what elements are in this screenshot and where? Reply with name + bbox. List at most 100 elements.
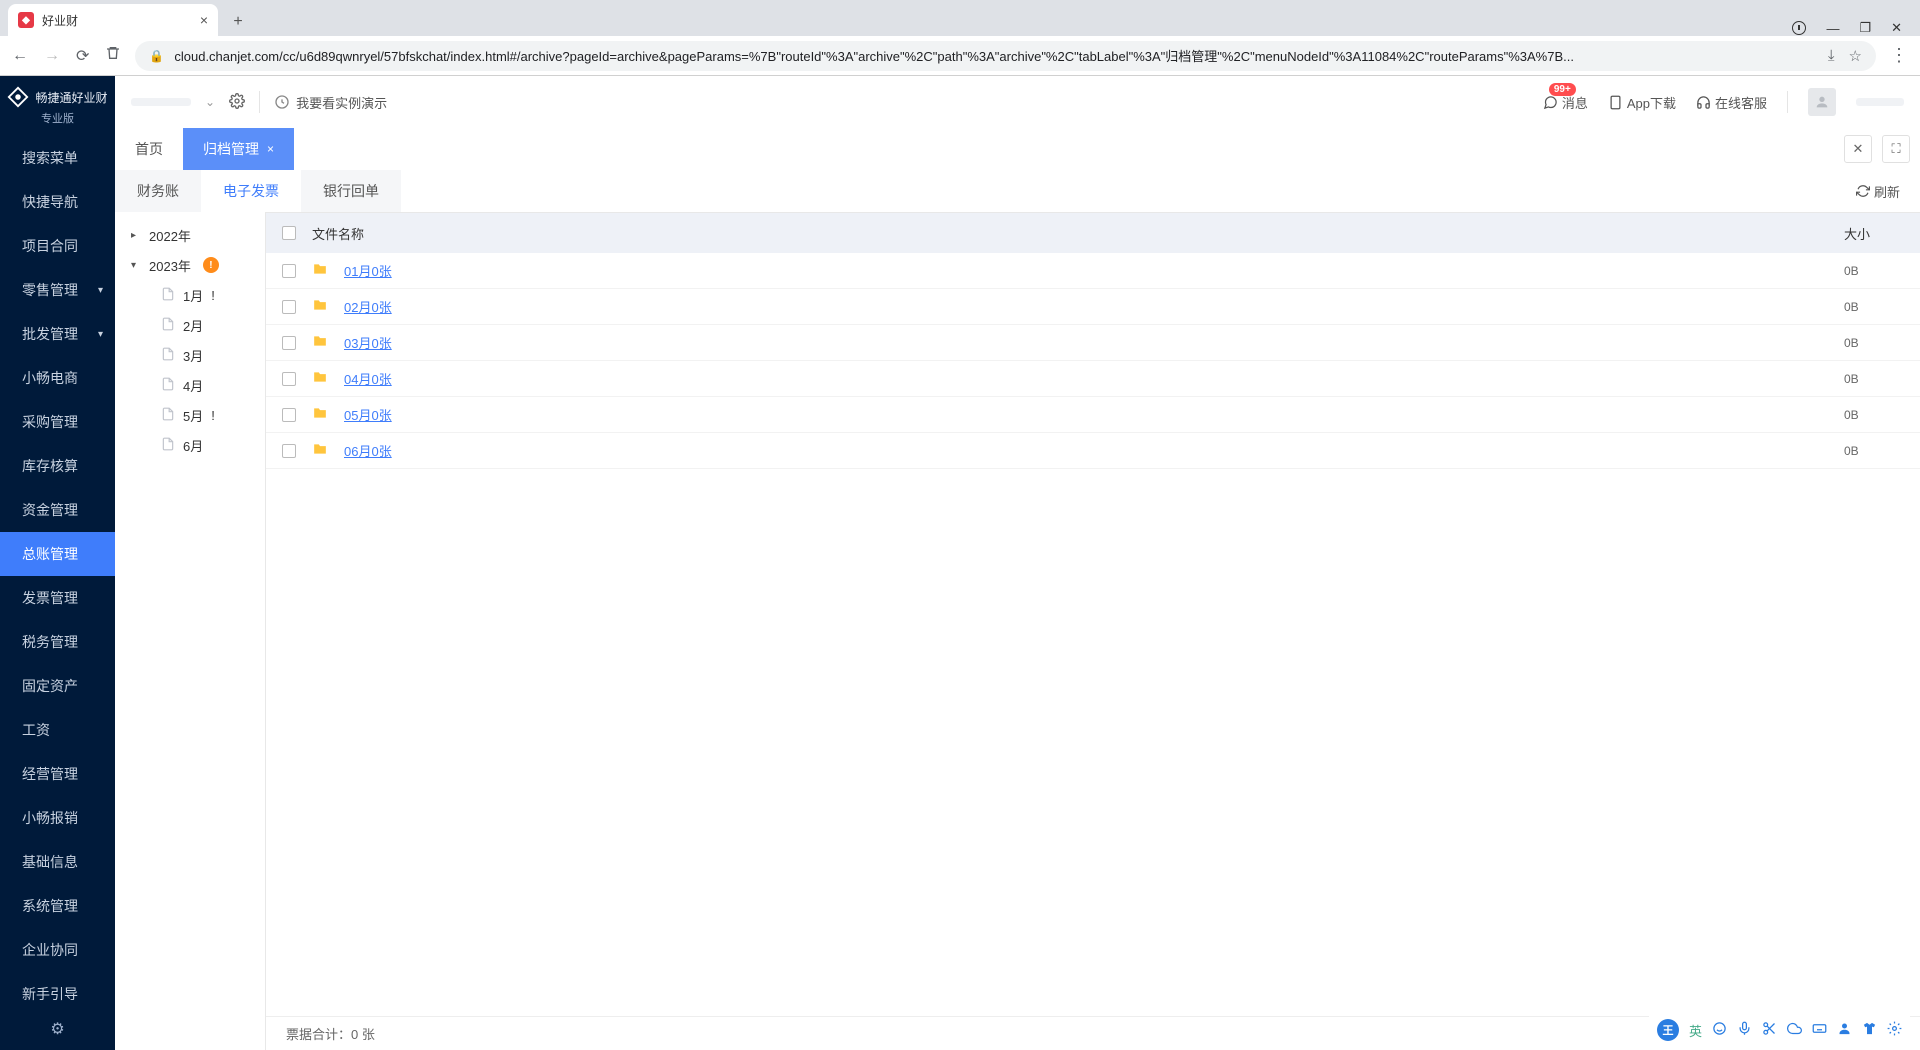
install-app-icon[interactable]: ⤓	[1828, 47, 1835, 65]
tab-close-icon[interactable]: ×	[200, 12, 208, 28]
fullscreen-button[interactable]: ⛶	[1882, 135, 1910, 163]
sidebar-item[interactable]: 零售管理▾	[0, 268, 115, 312]
chevron-down-icon[interactable]: ⌄	[205, 95, 215, 109]
sidebar-item[interactable]: 库存核算	[0, 444, 115, 488]
file-size: 0B	[1844, 300, 1904, 314]
reload-icon[interactable]: ⟳	[76, 46, 89, 66]
sidebar-item[interactable]: 资金管理	[0, 488, 115, 532]
ime-cloud-icon[interactable]	[1787, 1021, 1802, 1039]
sub-tab[interactable]: 财务账	[115, 170, 201, 212]
ime-keyboard-icon[interactable]	[1812, 1021, 1827, 1039]
folder-icon	[312, 370, 328, 387]
sidebar-item[interactable]: 采购管理	[0, 400, 115, 444]
ime-person-icon[interactable]	[1837, 1021, 1852, 1039]
sidebar-item[interactable]: 工资	[0, 708, 115, 752]
tree-month-node[interactable]: 4月	[115, 370, 265, 400]
file-table-header: 文件名称 大小	[266, 213, 1920, 253]
row-checkbox[interactable]	[282, 336, 296, 350]
sidebar-item-label: 小畅电商	[22, 368, 78, 388]
tree-month-node[interactable]: 6月	[115, 430, 265, 460]
select-all-checkbox[interactable]	[282, 226, 296, 240]
tree-month-node[interactable]: 3月	[115, 340, 265, 370]
sub-tab[interactable]: 银行回单	[301, 170, 401, 212]
file-name-link[interactable]: 05月0张	[344, 405, 392, 424]
org-selector[interactable]	[131, 98, 191, 106]
sidebar-item[interactable]: 经营管理	[0, 752, 115, 796]
sidebar-item[interactable]: 系统管理	[0, 884, 115, 928]
row-checkbox[interactable]	[282, 264, 296, 278]
sidebar-item[interactable]: 新手引导	[0, 972, 115, 1008]
tree-month-node[interactable]: 2月	[115, 310, 265, 340]
row-checkbox[interactable]	[282, 372, 296, 386]
tree-year-node[interactable]: ▾2023年!	[115, 250, 265, 280]
file-name-link[interactable]: 04月0张	[344, 369, 392, 388]
browser-tab-active[interactable]: ◆ 好业财 ×	[8, 4, 218, 36]
demo-link-label: 我要看实例演示	[296, 93, 387, 112]
col-size-header: 大小	[1844, 224, 1904, 243]
lock-icon: 🔒	[149, 49, 164, 63]
tree-year-node[interactable]: ▸2022年	[115, 220, 265, 250]
row-checkbox[interactable]	[282, 408, 296, 422]
tab-close-icon[interactable]: ×	[267, 142, 274, 156]
ime-mic-icon[interactable]	[1737, 1021, 1752, 1039]
demo-link[interactable]: 我要看实例演示	[274, 93, 387, 112]
user-name[interactable]	[1856, 98, 1904, 106]
tab-home[interactable]: 首页	[115, 128, 183, 170]
avatar[interactable]	[1808, 88, 1836, 116]
forward-icon[interactable]: →	[44, 47, 60, 65]
bookmark-icon[interactable]: ☆	[1849, 47, 1862, 65]
sidebar-item[interactable]: 总账管理	[0, 532, 115, 576]
app-download-button[interactable]: App下载	[1608, 93, 1676, 112]
ime-settings-icon[interactable]	[1887, 1021, 1902, 1039]
file-icon	[161, 317, 175, 334]
messages-button[interactable]: 99+ 消息	[1543, 93, 1588, 112]
browser-menu-icon[interactable]: ⋮	[1890, 45, 1908, 66]
sidebar-item-label: 新手引导	[22, 984, 78, 1004]
sidebar-item[interactable]: 税务管理	[0, 620, 115, 664]
maximize-icon[interactable]: ❐	[1859, 20, 1871, 36]
sidebar-item[interactable]: 快捷导航	[0, 180, 115, 224]
settings-icon[interactable]	[229, 93, 245, 112]
file-name-link[interactable]: 03月0张	[344, 333, 392, 352]
account-icon[interactable]	[1792, 21, 1806, 35]
sidebar-item[interactable]: 基础信息	[0, 840, 115, 884]
url-bar[interactable]: 🔒 cloud.chanjet.com/cc/u6d89qwnryel/57bf…	[135, 41, 1876, 71]
gear-icon[interactable]: ⚙	[50, 1019, 64, 1039]
back-icon[interactable]: ←	[12, 47, 28, 65]
file-icon	[161, 407, 175, 424]
close-all-tabs-button[interactable]: ✕	[1844, 135, 1872, 163]
ime-brand-icon[interactable]: 王	[1657, 1019, 1679, 1041]
tab-archive[interactable]: 归档管理 ×	[183, 128, 294, 170]
sub-tab-label: 银行回单	[323, 181, 379, 201]
sidebar-item[interactable]: 批发管理▾	[0, 312, 115, 356]
ime-emoji-icon[interactable]	[1712, 1021, 1727, 1039]
sidebar-item[interactable]: 搜索菜单	[0, 136, 115, 180]
tree-month-node[interactable]: 1月!	[115, 280, 265, 310]
sidebar-item[interactable]: 小畅报销	[0, 796, 115, 840]
file-name-link[interactable]: 06月0张	[344, 441, 392, 460]
sidebar-item[interactable]: 项目合同	[0, 224, 115, 268]
sub-tab[interactable]: 电子发票	[201, 170, 301, 212]
refresh-button[interactable]: 刷新	[1856, 182, 1900, 201]
ime-shirt-icon[interactable]	[1862, 1021, 1877, 1039]
trash-icon[interactable]	[105, 45, 121, 66]
tab-favicon: ◆	[18, 12, 34, 28]
sidebar-item[interactable]: 固定资产	[0, 664, 115, 708]
service-button[interactable]: 在线客服	[1696, 93, 1767, 112]
close-window-icon[interactable]: ✕	[1891, 20, 1902, 36]
tree-month-node[interactable]: 5月!	[115, 400, 265, 430]
minimize-icon[interactable]: —	[1826, 21, 1839, 36]
file-name-link[interactable]: 02月0张	[344, 297, 392, 316]
browser-toolbar: ← → ⟳ 🔒 cloud.chanjet.com/cc/u6d89qwnrye…	[0, 36, 1920, 76]
sidebar-item[interactable]: 小畅电商	[0, 356, 115, 400]
ime-lang[interactable]: 英	[1689, 1021, 1702, 1040]
new-tab-button[interactable]: +	[224, 8, 252, 36]
sidebar-item-label: 工资	[22, 720, 50, 740]
row-checkbox[interactable]	[282, 444, 296, 458]
file-name-link[interactable]: 01月0张	[344, 261, 392, 280]
sidebar-item[interactable]: 企业协同	[0, 928, 115, 972]
row-checkbox[interactable]	[282, 300, 296, 314]
sidebar-item[interactable]: 发票管理	[0, 576, 115, 620]
folder-icon	[312, 262, 328, 279]
ime-scissors-icon[interactable]	[1762, 1021, 1777, 1039]
